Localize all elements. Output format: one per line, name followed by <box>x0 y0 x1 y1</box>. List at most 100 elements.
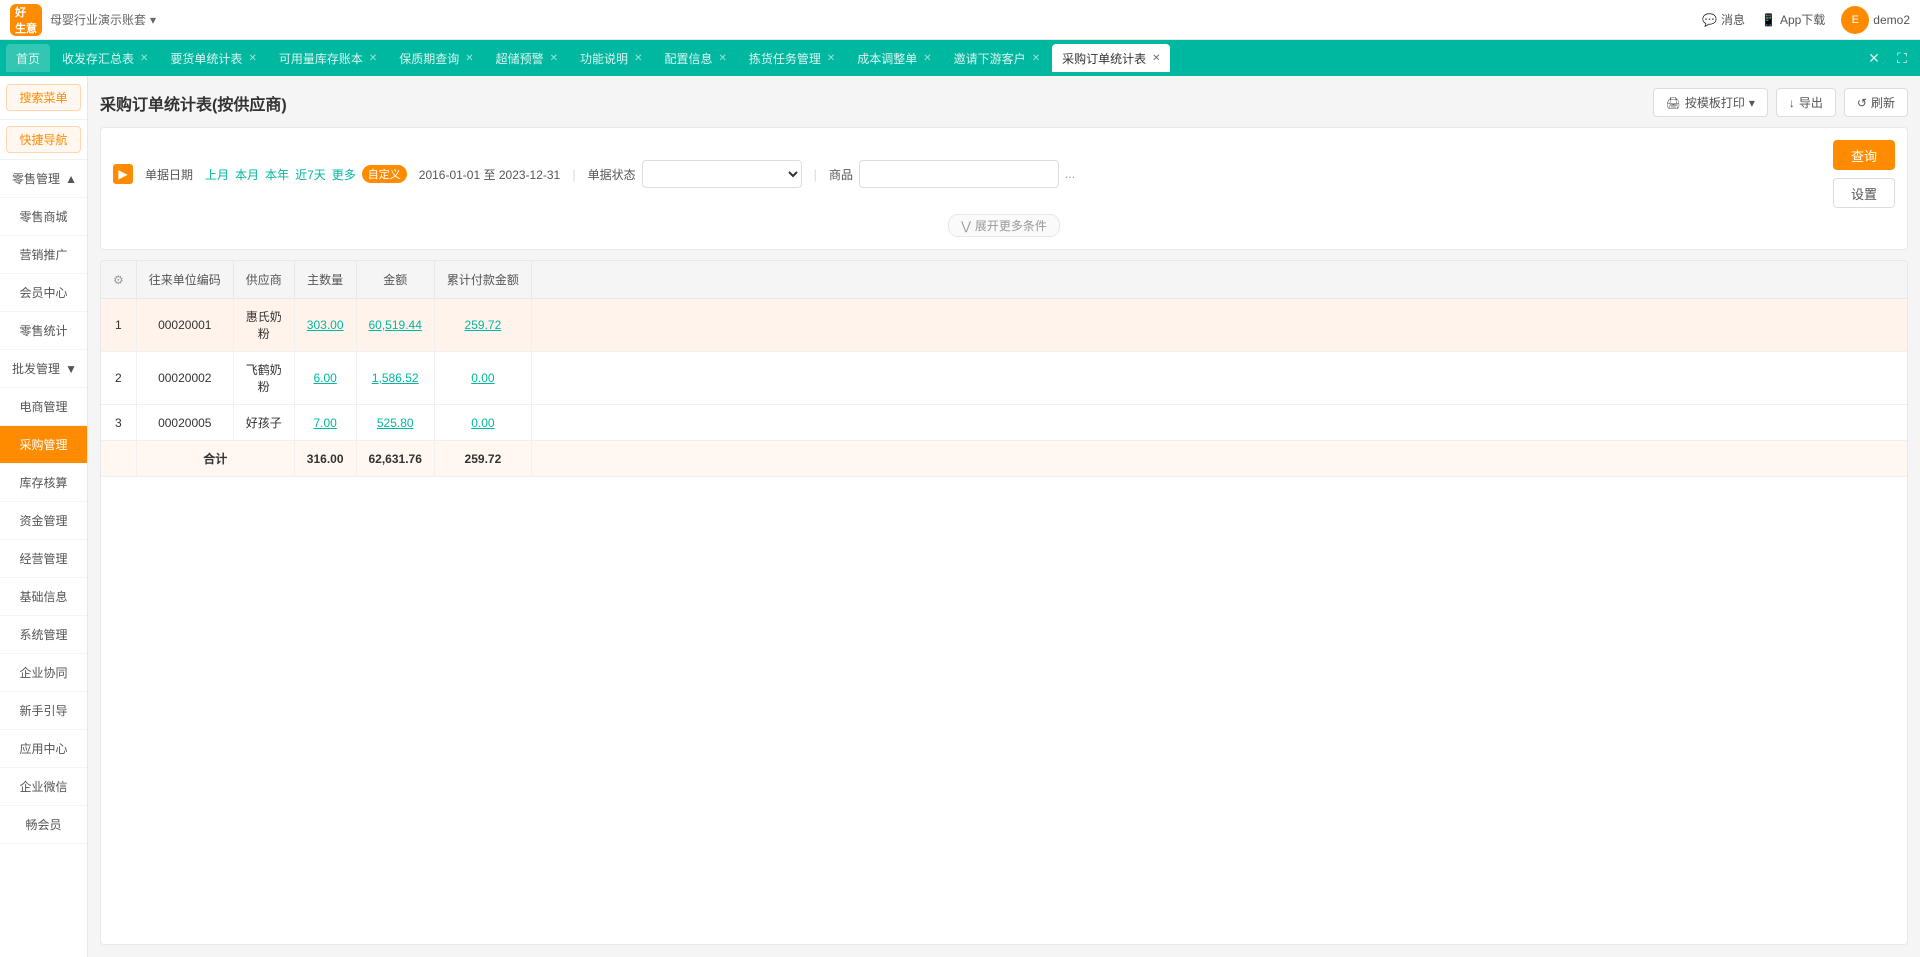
sidebar-item-label: 经营管理 <box>19 550 67 567</box>
close-icon[interactable]: ✕ <box>550 53 558 64</box>
dropdown-arrow-icon: ▾ <box>1749 96 1755 110</box>
close-icon[interactable]: ✕ <box>718 53 726 64</box>
sidebar-item-系统管理[interactable]: 系统管理 <box>0 616 87 654</box>
sidebar-item-批发管理[interactable]: 批发管理 ▼ <box>0 350 87 388</box>
column-settings-icon[interactable]: ⚙ <box>113 273 124 287</box>
paid-link[interactable]: 0.00 <box>471 416 494 430</box>
tab-可用量库存账本[interactable]: 可用量库存账本 ✕ <box>269 44 387 72</box>
sidebar-item-采购管理[interactable]: 采购管理 <box>0 426 87 464</box>
export-button[interactable]: ↓ 导出 <box>1776 88 1836 117</box>
sidebar-quick-nav-section: 快捷导航 <box>0 120 87 160</box>
sidebar-item-新手引导[interactable]: 新手引导 <box>0 692 87 730</box>
tab-配置信息[interactable]: 配置信息 ✕ <box>654 44 736 72</box>
close-icon[interactable]: ✕ <box>1032 53 1040 64</box>
user-menu[interactable]: E demo2 <box>1841 6 1910 34</box>
top-bar-right: 💬 消息 📱 App下载 E demo2 <box>1702 6 1910 34</box>
sidebar-item-label: 企业微信 <box>19 778 67 795</box>
tab-功能说明[interactable]: 功能说明 ✕ <box>570 44 652 72</box>
custom-date-tag[interactable]: 自定义 <box>362 165 407 183</box>
close-icon[interactable]: ✕ <box>1152 53 1160 64</box>
sidebar-item-label: 电商管理 <box>19 398 67 415</box>
filter-panel: ▶ 单据日期 上月 本月 本年 近7天 更多 自定义 2016-01-01 至 … <box>100 127 1908 250</box>
paid-link[interactable]: 259.72 <box>465 318 502 332</box>
page-header: 采购订单统计表(按供应商) 🖨 按模板打印 ▾ ↓ 导出 ↺ 刷新 <box>100 88 1908 117</box>
status-select[interactable] <box>642 160 802 188</box>
tab-收发存汇总表[interactable]: 收发存汇总表 ✕ <box>52 44 158 72</box>
sidebar-item-零售统计[interactable]: 零售统计 <box>0 312 87 350</box>
qty-link[interactable]: 303.00 <box>307 318 344 332</box>
tab-邀请下游客户[interactable]: 邀请下游客户 ✕ <box>944 44 1050 72</box>
close-icon[interactable]: ✕ <box>140 53 148 64</box>
paid-link[interactable]: 0.00 <box>471 371 494 385</box>
sidebar-item-零售商城[interactable]: 零售商城 <box>0 198 87 236</box>
date-shortcut-more[interactable]: 更多 <box>332 166 356 183</box>
tab-拣货任务管理[interactable]: 拣货任务管理 ✕ <box>739 44 845 72</box>
date-shortcut-this-year[interactable]: 本年 <box>265 166 289 183</box>
date-shortcut-7days[interactable]: 近7天 <box>295 166 326 183</box>
tab-保质期查询[interactable]: 保质期查询 ✕ <box>389 44 483 72</box>
tab-home[interactable]: 首页 <box>6 44 50 72</box>
message-button[interactable]: 💬 消息 <box>1702 11 1745 28</box>
setting-button[interactable]: 设置 <box>1833 178 1895 208</box>
sidebar-item-电商管理[interactable]: 电商管理 <box>0 388 87 426</box>
close-icon[interactable]: ✕ <box>248 53 256 64</box>
sidebar-item-零售管理[interactable]: 零售管理 ▲ <box>0 160 87 198</box>
close-icon[interactable]: ✕ <box>369 53 377 64</box>
search-menu-button[interactable]: 搜索菜单 <box>6 84 81 111</box>
sidebar-item-资金管理[interactable]: 资金管理 <box>0 502 87 540</box>
close-icon[interactable]: ✕ <box>923 53 931 64</box>
close-window-button[interactable]: ✕ <box>1862 46 1886 70</box>
td-footer-empty <box>101 441 136 477</box>
date-shortcut-last-month[interactable]: 上月 <box>205 166 229 183</box>
date-to: 2023-12-31 <box>499 168 560 182</box>
sidebar-item-经营管理[interactable]: 经营管理 <box>0 540 87 578</box>
goods-input[interactable] <box>859 160 1059 188</box>
tab-超储预警[interactable]: 超储预警 ✕ <box>486 44 568 72</box>
sidebar-item-会员中心[interactable]: 会员中心 <box>0 274 87 312</box>
query-button[interactable]: 查询 <box>1833 140 1895 170</box>
refresh-button[interactable]: ↺ 刷新 <box>1844 88 1908 117</box>
app-download-label: App下载 <box>1780 11 1825 28</box>
chevron-down-icon: ▲ <box>65 172 77 186</box>
sidebar-item-企业协同[interactable]: 企业协同 <box>0 654 87 692</box>
close-icon[interactable]: ✕ <box>827 53 835 64</box>
filter-toggle-button[interactable]: ▶ <box>113 164 133 184</box>
top-bar-left: 好生意 母婴行业演示账套 ▾ <box>10 4 156 36</box>
amount-link[interactable]: 60,519.44 <box>369 318 422 332</box>
date-shortcut-this-month[interactable]: 本月 <box>235 166 259 183</box>
sidebar-item-畅会员[interactable]: 畅会员 <box>0 806 87 844</box>
td-supplier: 惠氏奶粉 <box>233 299 294 352</box>
close-icon[interactable]: ✕ <box>634 53 642 64</box>
print-label: 按模板打印 <box>1685 94 1745 111</box>
printer-icon: 🖨 <box>1666 96 1681 110</box>
close-icon[interactable]: ✕ <box>465 53 473 64</box>
sidebar-item-库存核算[interactable]: 库存核算 <box>0 464 87 502</box>
amount-link[interactable]: 1,586.52 <box>372 371 419 385</box>
sidebar: 搜索菜单 快捷导航 零售管理 ▲ 零售商城 营销推广 会员中心 零售统计 批发管… <box>0 76 88 957</box>
message-label: 消息 <box>1721 11 1745 28</box>
th-paid: 累计付款金额 <box>434 261 531 299</box>
more-filter-button[interactable]: ... <box>1065 167 1075 181</box>
print-button[interactable]: 🖨 按模板打印 ▾ <box>1653 88 1768 117</box>
tab-采购订单统计表[interactable]: 采购订单统计表 ✕ <box>1052 44 1170 72</box>
app-download-button[interactable]: 📱 App下载 <box>1761 11 1825 28</box>
tab-label: 邀请下游客户 <box>954 50 1026 67</box>
sidebar-item-企业微信[interactable]: 企业微信 <box>0 768 87 806</box>
tab-要货单统计表[interactable]: 要货单统计表 ✕ <box>160 44 266 72</box>
td-footer-extra <box>531 441 1907 477</box>
expand-more-button[interactable]: ⋁ 展开更多条件 <box>948 214 1060 237</box>
sidebar-item-label: 基础信息 <box>19 588 67 605</box>
tab-home-label: 首页 <box>16 50 40 67</box>
maximize-window-button[interactable]: ⛶ <box>1890 46 1914 70</box>
breadcrumb[interactable]: 母婴行业演示账套 ▾ <box>50 11 156 28</box>
sidebar-item-基础信息[interactable]: 基础信息 <box>0 578 87 616</box>
amount-link[interactable]: 525.80 <box>377 416 414 430</box>
qty-link[interactable]: 6.00 <box>313 371 336 385</box>
tab-成本调整单[interactable]: 成本调整单 ✕ <box>847 44 941 72</box>
sidebar-item-应用中心[interactable]: 应用中心 <box>0 730 87 768</box>
quick-nav-button[interactable]: 快捷导航 <box>6 126 81 153</box>
qty-link[interactable]: 7.00 <box>313 416 336 430</box>
td-seq: 2 <box>101 352 136 405</box>
tab-label: 拣货任务管理 <box>749 50 821 67</box>
sidebar-item-营销推广[interactable]: 营销推广 <box>0 236 87 274</box>
